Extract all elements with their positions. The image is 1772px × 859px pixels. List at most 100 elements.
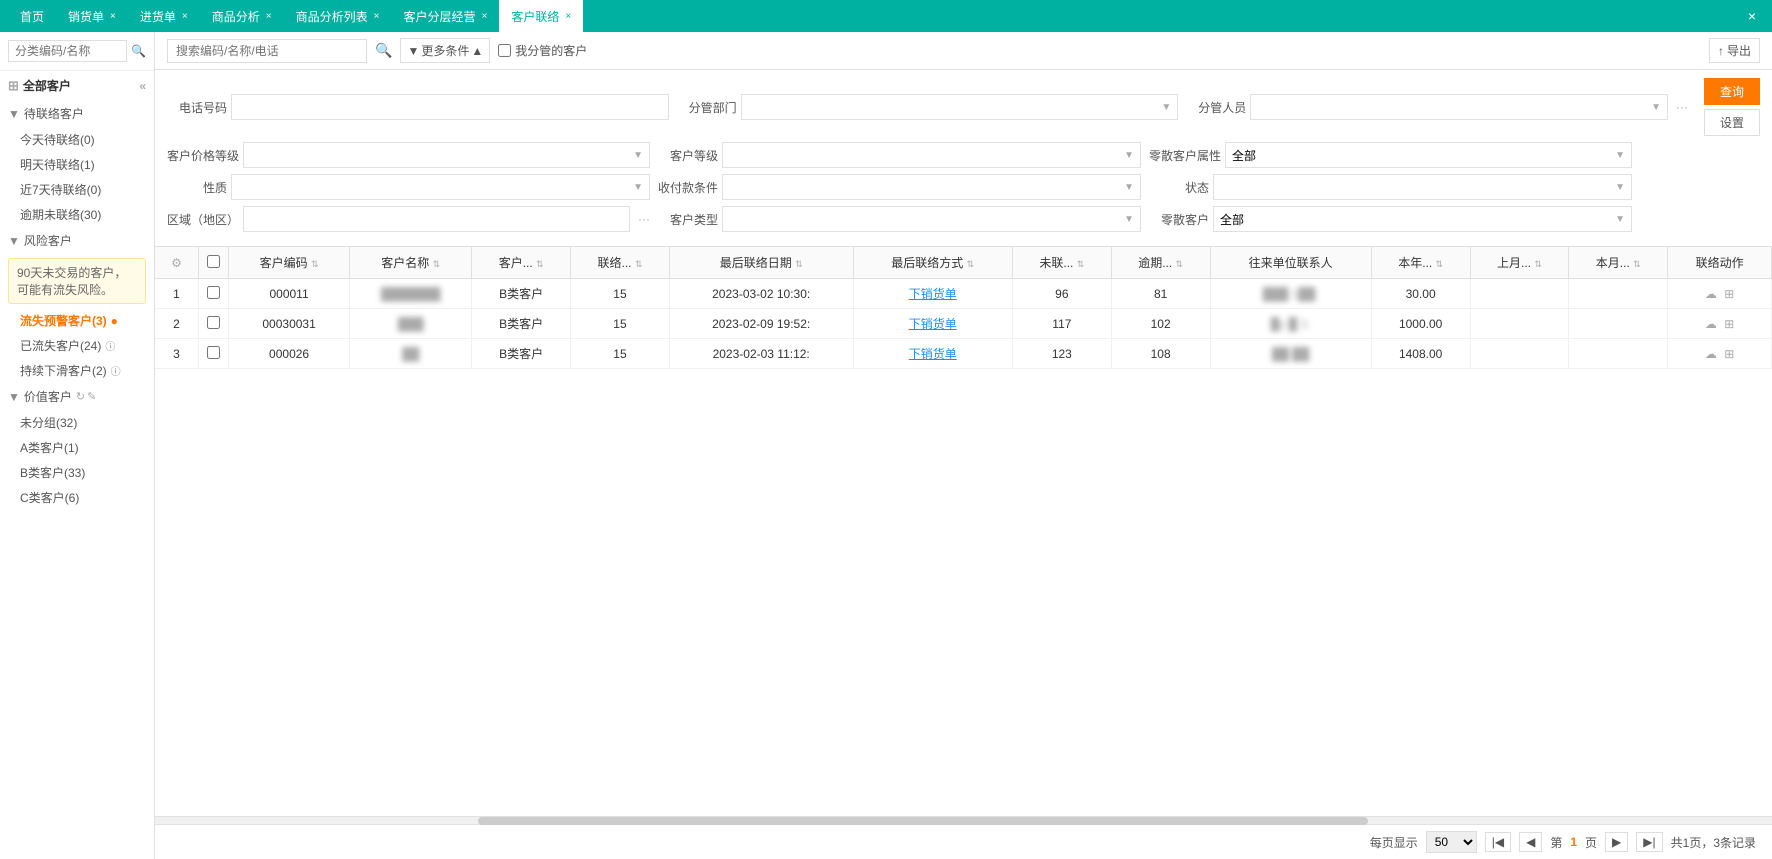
sort-thismonth-icon[interactable]: ⇅ — [1633, 259, 1641, 269]
close-customerlevel-tab[interactable]: × — [481, 11, 487, 22]
action-grid-icon-2[interactable]: ⊞ — [1724, 347, 1734, 361]
close-salesorder-tab[interactable]: × — [110, 11, 116, 22]
sort-contact-icon[interactable]: ⇅ — [635, 259, 643, 269]
filter-pricelevel-select[interactable]: ▼ — [243, 142, 650, 168]
nav-tab-salesorder[interactable]: 销货单 × — [56, 0, 128, 32]
nav-tab-customercontact[interactable]: 客户联络 × — [499, 0, 583, 32]
page-size-select[interactable]: 50 100 200 — [1426, 831, 1477, 853]
close-analysislist-tab[interactable]: × — [374, 11, 380, 22]
col-checkbox[interactable] — [199, 247, 229, 279]
cell-lastmethod-1[interactable]: 下销货单 — [853, 309, 1012, 339]
nav-tab-analysislist[interactable]: 商品分析列表 × — [284, 0, 392, 32]
sort-name-icon[interactable]: ⇅ — [433, 259, 441, 269]
sidebar-item-tomorrow[interactable]: 明天待联络(1) — [0, 152, 154, 177]
sidebar-item-cclass[interactable]: C类客户(6) — [0, 485, 154, 510]
filter-dept-select[interactable]: ▼ — [741, 94, 1179, 120]
bottom-scrollbar[interactable] — [155, 816, 1772, 824]
sidebar-collapse-icon[interactable]: « — [139, 79, 146, 93]
filter-payment-select[interactable]: ▼ — [722, 174, 1141, 200]
filter-nature-select[interactable]: ▼ — [231, 174, 650, 200]
row-checkbox-1[interactable] — [207, 316, 220, 329]
more-filter-button[interactable]: ▼ 更多条件 ▲ — [400, 38, 490, 63]
sidebar-section-header-risk[interactable]: ▼ 风险客户 — [0, 227, 154, 254]
filter-region-select[interactable] — [243, 206, 630, 232]
sidebar-search-input[interactable] — [8, 40, 127, 62]
lastmethod-link-1[interactable]: 下销货单 — [909, 317, 957, 331]
close-window-btn[interactable]: × — [1740, 8, 1764, 24]
nav-home[interactable]: 首页 — [8, 8, 56, 25]
cell-action-0[interactable]: ☁ ⊞ — [1668, 279, 1772, 309]
lastmethod-link-2[interactable]: 下销货单 — [909, 347, 957, 361]
sidebar-item-aclass[interactable]: A类客户(1) — [0, 435, 154, 460]
value-refresh-icon[interactable]: ↻ — [76, 390, 85, 403]
query-button[interactable]: 查询 — [1704, 78, 1760, 105]
filter-customertype-select[interactable]: ▼ — [722, 206, 1141, 232]
close-customercontact-tab[interactable]: × — [565, 11, 571, 22]
bottom-scrollbar-thumb[interactable] — [478, 817, 1367, 825]
my-customers-checkbox-label[interactable]: 我分管的客户 — [498, 42, 587, 59]
action-cloud-icon-1[interactable]: ☁ — [1705, 317, 1717, 331]
sidebar-item-ungroup[interactable]: 未分组(32) — [0, 410, 154, 435]
lastmethod-link-0[interactable]: 下销货单 — [909, 287, 957, 301]
sort-overdue-icon[interactable]: ⇅ — [1176, 259, 1184, 269]
main-search-input[interactable] — [167, 39, 367, 63]
sidebar-item-today[interactable]: 今天待联络(0) — [0, 127, 154, 152]
table-gear-icon[interactable]: ⚙ — [171, 256, 182, 270]
filter-scatterprop-select[interactable]: 全部 ▼ — [1225, 142, 1632, 168]
filter-person-ellipsis[interactable]: ··· — [1676, 100, 1688, 114]
cell-checkbox-0[interactable] — [199, 279, 229, 309]
close-purchaseorder-tab[interactable]: × — [182, 11, 188, 22]
sidebar-item-7days[interactable]: 近7天待联络(0) — [0, 177, 154, 202]
col-gear[interactable]: ⚙ — [155, 247, 199, 279]
cell-checkbox-2[interactable] — [199, 339, 229, 369]
nav-tab-analysis[interactable]: 商品分析 × — [200, 0, 284, 32]
sidebar-section-header-value[interactable]: ▼ 价值客户 ↻ ✎ — [0, 383, 154, 410]
prev-page-btn[interactable]: ◀ — [1519, 832, 1542, 852]
action-cloud-icon-0[interactable]: ☁ — [1705, 287, 1717, 301]
sort-thisyear-icon[interactable]: ⇅ — [1436, 259, 1444, 269]
sidebar-root-label[interactable]: 全部客户 — [23, 77, 71, 94]
my-customers-checkbox[interactable] — [498, 44, 511, 57]
value-edit-icon[interactable]: ✎ — [87, 390, 96, 403]
select-all-checkbox[interactable] — [207, 255, 220, 268]
sort-lastmonth-icon[interactable]: ⇅ — [1534, 259, 1542, 269]
sidebar-item-churned[interactable]: 已流失客户(24) ⓘ — [0, 333, 154, 358]
churned-info-icon: ⓘ — [105, 338, 115, 353]
sort-lastdate-icon[interactable]: ⇅ — [795, 259, 803, 269]
first-page-btn[interactable]: |◀ — [1485, 832, 1511, 852]
action-grid-icon-1[interactable]: ⊞ — [1724, 317, 1734, 331]
filter-status-select[interactable]: ▼ — [1213, 174, 1632, 200]
sort-type-icon[interactable]: ⇅ — [536, 259, 544, 269]
sidebar-item-bclass[interactable]: B类客户(33) — [0, 460, 154, 485]
close-analysis-tab[interactable]: × — [266, 11, 272, 22]
sidebar-item-churnwarning[interactable]: 流失预警客户(3) ● — [0, 308, 154, 333]
filter-scattercustomer-select[interactable]: 全部 ▼ — [1213, 206, 1632, 232]
sort-code-icon[interactable]: ⇅ — [311, 259, 319, 269]
main-search-button[interactable]: 🔍 — [375, 42, 392, 59]
nav-tab-customerlevel[interactable]: 客户分层经营 × — [391, 0, 499, 32]
cell-lastmethod-2[interactable]: 下销货单 — [853, 339, 1012, 369]
filter-person-select[interactable]: ▼ — [1250, 94, 1668, 120]
action-grid-icon-0[interactable]: ⊞ — [1724, 287, 1734, 301]
last-page-btn[interactable]: ▶| — [1636, 832, 1662, 852]
sort-uncontacted-icon[interactable]: ⇅ — [1077, 259, 1085, 269]
cell-action-1[interactable]: ☁ ⊞ — [1668, 309, 1772, 339]
export-button[interactable]: ↑ 导出 — [1709, 38, 1760, 63]
cell-action-2[interactable]: ☁ ⊞ — [1668, 339, 1772, 369]
sidebar-section-header-pending[interactable]: ▼ 待联络客户 — [0, 100, 154, 127]
row-checkbox-2[interactable] — [207, 346, 220, 359]
nav-tab-purchaseorder[interactable]: 进货单 × — [128, 0, 200, 32]
sidebar-item-declining[interactable]: 持续下滑客户(2) ⓘ — [0, 358, 154, 383]
filter-customerlevel-select[interactable]: ▼ — [722, 142, 1141, 168]
row-checkbox-0[interactable] — [207, 286, 220, 299]
cell-lastmethod-0[interactable]: 下销货单 — [853, 279, 1012, 309]
filter-region-ellipsis[interactable]: ··· — [638, 212, 650, 226]
cell-checkbox-1[interactable] — [199, 309, 229, 339]
filter-phone-input[interactable] — [231, 94, 669, 120]
sidebar-item-overdue[interactable]: 逾期未联络(30) — [0, 202, 154, 227]
action-cloud-icon-2[interactable]: ☁ — [1705, 347, 1717, 361]
settings-button[interactable]: 设置 — [1704, 109, 1760, 136]
sort-lastmethod-icon[interactable]: ⇅ — [967, 259, 975, 269]
next-page-btn[interactable]: ▶ — [1605, 832, 1628, 852]
sidebar-search-icon[interactable]: 🔍 — [131, 44, 146, 58]
